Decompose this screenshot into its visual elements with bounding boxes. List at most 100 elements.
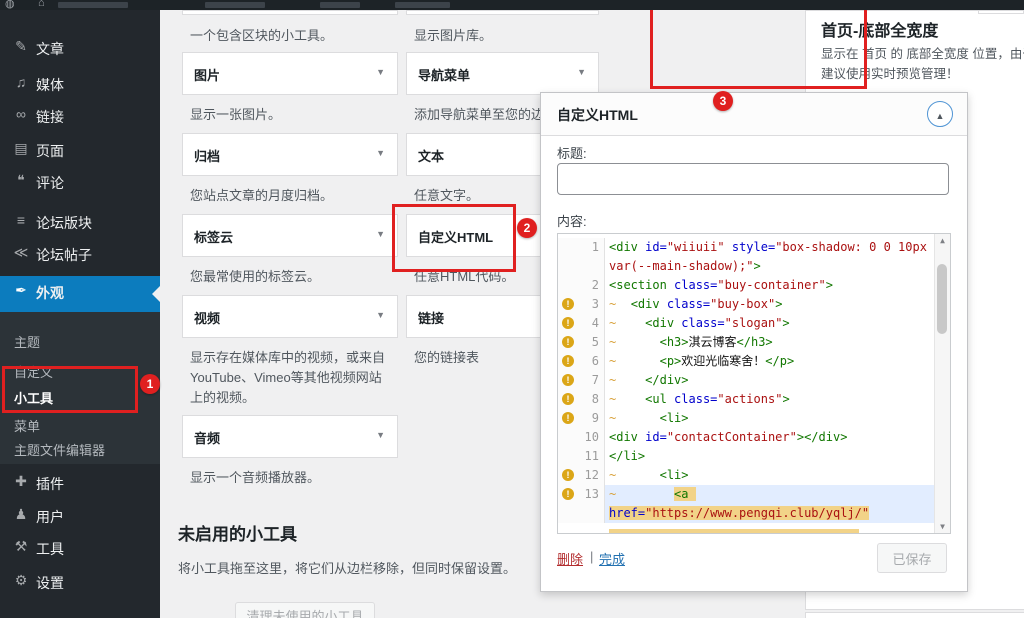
code-gutter: 2 xyxy=(558,276,605,295)
code-gutter: !9 xyxy=(558,409,605,428)
line-number: 2 xyxy=(592,276,599,295)
widget-box-归档[interactable]: 归档▼ xyxy=(182,133,398,176)
sidebar-item-论坛帖子[interactable]: ≪论坛帖子 xyxy=(0,238,160,270)
sidebar-item-label: 评论 xyxy=(36,173,64,193)
clear-inactive-widgets-button[interactable]: 清理未使用的小工具 xyxy=(235,602,375,618)
plugin-icon: ✚ xyxy=(12,473,30,490)
wordpress-widgets-screen: ◍ ⌂ ✎文章 ♫媒体∞链接▤页面 ❝ 评论 ≡论坛版块≪论坛帖子 ✒ 外观 ✚插件♟用户⚒工… xyxy=(0,0,1024,618)
widget-title: 自定义HTML xyxy=(418,227,493,246)
sidebar-item-媒体[interactable]: ♫媒体 xyxy=(0,68,160,100)
scroll-up-icon[interactable]: ▲ xyxy=(935,236,950,245)
widget-box-音频[interactable]: 音频▼ xyxy=(182,415,398,458)
sidebar-area-desc-line1: 显示在 首页 的 底部全宽度 位置，由于位置较多， xyxy=(821,43,1024,62)
widgets-page-content: 首页-底部全宽度 显示在 首页 的 底部全宽度 位置，由于位置较多， 建议使用实… xyxy=(160,10,1024,618)
line-number: 9 xyxy=(592,409,599,428)
collapse-button[interactable]: ▲ xyxy=(927,101,953,127)
admin-bar-item-cutoff[interactable] xyxy=(205,2,265,8)
media-icon: ♫ xyxy=(12,74,30,90)
scroll-down-icon[interactable]: ▼ xyxy=(935,522,950,531)
line-number: 8 xyxy=(592,390,599,409)
chevron-down-icon[interactable]: ▼ xyxy=(577,67,586,77)
submenu-item-自定义[interactable]: 自定义 xyxy=(0,358,160,384)
sidebar-item-用户[interactable]: ♟用户 xyxy=(0,500,160,532)
sidebar-item-页面[interactable]: ▤页面 xyxy=(0,134,160,166)
submenu-item-小工具[interactable]: 小工具 xyxy=(0,384,160,410)
sidebar-item-label: 文章 xyxy=(36,39,64,59)
warning-icon: ! xyxy=(562,469,574,481)
site-name-cutoff[interactable] xyxy=(58,2,128,8)
widget-box-导航菜单[interactable]: 导航菜单▼ xyxy=(406,52,599,95)
line-number: 1 xyxy=(592,238,599,257)
code-editor[interactable]: 1<div id="wiiuii" style="box-shadow: 0 0… xyxy=(557,233,951,534)
chevron-down-icon[interactable]: ▼ xyxy=(376,430,385,440)
settings-icon: ⚙ xyxy=(12,572,30,589)
code-text: <div id="contactContainer"></div> xyxy=(605,428,935,447)
widget-box-cutoff xyxy=(406,10,599,15)
line-number: 6 xyxy=(592,352,599,371)
widget-description: 显示一个音频播放器。 xyxy=(190,468,396,488)
scrollbar-thumb[interactable] xyxy=(937,264,947,334)
sidebar-item-文章[interactable]: ✎文章 xyxy=(0,32,160,64)
widget-box-cutoff xyxy=(978,10,1024,14)
widget-box-图片[interactable]: 图片▼ xyxy=(182,52,398,95)
code-text: href="https://www.pengqi.club/yqlj/" xyxy=(605,504,935,523)
comment-icon: ❝ xyxy=(12,172,30,189)
sidebar-item-label: 外观 xyxy=(36,283,64,303)
line-number: 11 xyxy=(585,447,599,466)
submenu-item-菜单[interactable]: 菜单 xyxy=(0,412,160,438)
footer-separator: | xyxy=(590,549,593,564)
code-row: 2<section class="buy-container"> xyxy=(558,276,935,295)
widget-title: 链接 xyxy=(418,308,444,327)
admin-bar-item-cutoff[interactable] xyxy=(395,2,450,8)
code-lines: 1<div id="wiiuii" style="box-shadow: 0 0… xyxy=(558,238,935,523)
widget-title-input[interactable] xyxy=(557,163,949,195)
sidebar-item-评论[interactable]: ❝ 评论 xyxy=(0,166,160,198)
widget-box-标签云[interactable]: 标签云 ▼ xyxy=(182,214,398,257)
sidebar-item-label: 设置 xyxy=(36,573,64,593)
chevron-down-icon[interactable]: ▼ xyxy=(376,310,385,320)
wordpress-logo-icon[interactable]: ◍ xyxy=(5,0,15,10)
warning-icon: ! xyxy=(562,374,574,386)
sidebar-item-label: 工具 xyxy=(36,539,64,559)
delete-link[interactable]: 删除 xyxy=(557,549,583,568)
chevron-up-icon: ▲ xyxy=(936,111,945,121)
sidebar-item-插件[interactable]: ✚插件 xyxy=(0,467,160,499)
code-gutter xyxy=(558,257,605,276)
content-label: 内容: xyxy=(557,211,587,230)
done-link[interactable]: 完成 xyxy=(599,549,625,568)
code-text: ~ </div> xyxy=(605,371,935,390)
code-row: !13~ <a xyxy=(558,485,935,504)
sidebar-area-title: 首页-底部全宽度 xyxy=(821,17,938,41)
line-number: 7 xyxy=(592,371,599,390)
editor-scrollbar[interactable]: ▲ ▼ xyxy=(934,234,950,533)
submenu-item-主题[interactable]: 主题 xyxy=(0,328,160,354)
warning-icon: ! xyxy=(562,488,574,500)
widget-title: 视频 xyxy=(194,308,220,327)
sidebar-item-外观[interactable]: ✒ 外观 xyxy=(0,276,160,312)
widget-box-视频[interactable]: 视频 ▼ xyxy=(182,295,398,338)
sidebar-item-链接[interactable]: ∞链接 xyxy=(0,100,160,132)
site-home-icon[interactable]: ⌂ xyxy=(38,0,45,9)
admin-bar-item-cutoff[interactable] xyxy=(320,2,360,8)
appearance-icon: ✒ xyxy=(12,282,30,299)
sidebar-item-工具[interactable]: ⚒工具 xyxy=(0,532,160,564)
widget-description: 显示存在媒体库中的视频，或来自 YouTube、Vimeo等其他视频网站 上的视… xyxy=(190,348,396,408)
submenu-item-主题文件编辑器[interactable]: 主题文件编辑器 xyxy=(0,436,160,462)
code-row: ! 7 ~ </div> xyxy=(558,371,935,390)
saved-button[interactable]: 已保存 xyxy=(877,543,947,573)
widget-title: 标签云 xyxy=(194,227,233,246)
submenu-item-label: 主题文件编辑器 xyxy=(14,440,105,459)
code-gutter: 11 xyxy=(558,447,605,466)
code-row: !9~ <li> xyxy=(558,409,935,428)
code-gutter: !13 xyxy=(558,485,605,504)
sidebar-item-label: 论坛版块 xyxy=(36,213,92,233)
chevron-down-icon[interactable]: ▼ xyxy=(376,148,385,158)
sidebar-item-设置[interactable]: ⚙ 设置 xyxy=(0,566,160,598)
chevron-down-icon[interactable]: ▼ xyxy=(376,229,385,239)
widget-description: 显示一张图片。 xyxy=(190,105,396,125)
code-text: ~ <li> xyxy=(605,466,935,485)
chevron-down-icon[interactable]: ▼ xyxy=(376,67,385,77)
title-label: 标题: xyxy=(557,143,587,162)
sidebar-item-论坛版块[interactable]: ≡论坛版块 xyxy=(0,206,160,238)
code-gutter: 1 xyxy=(558,238,605,257)
